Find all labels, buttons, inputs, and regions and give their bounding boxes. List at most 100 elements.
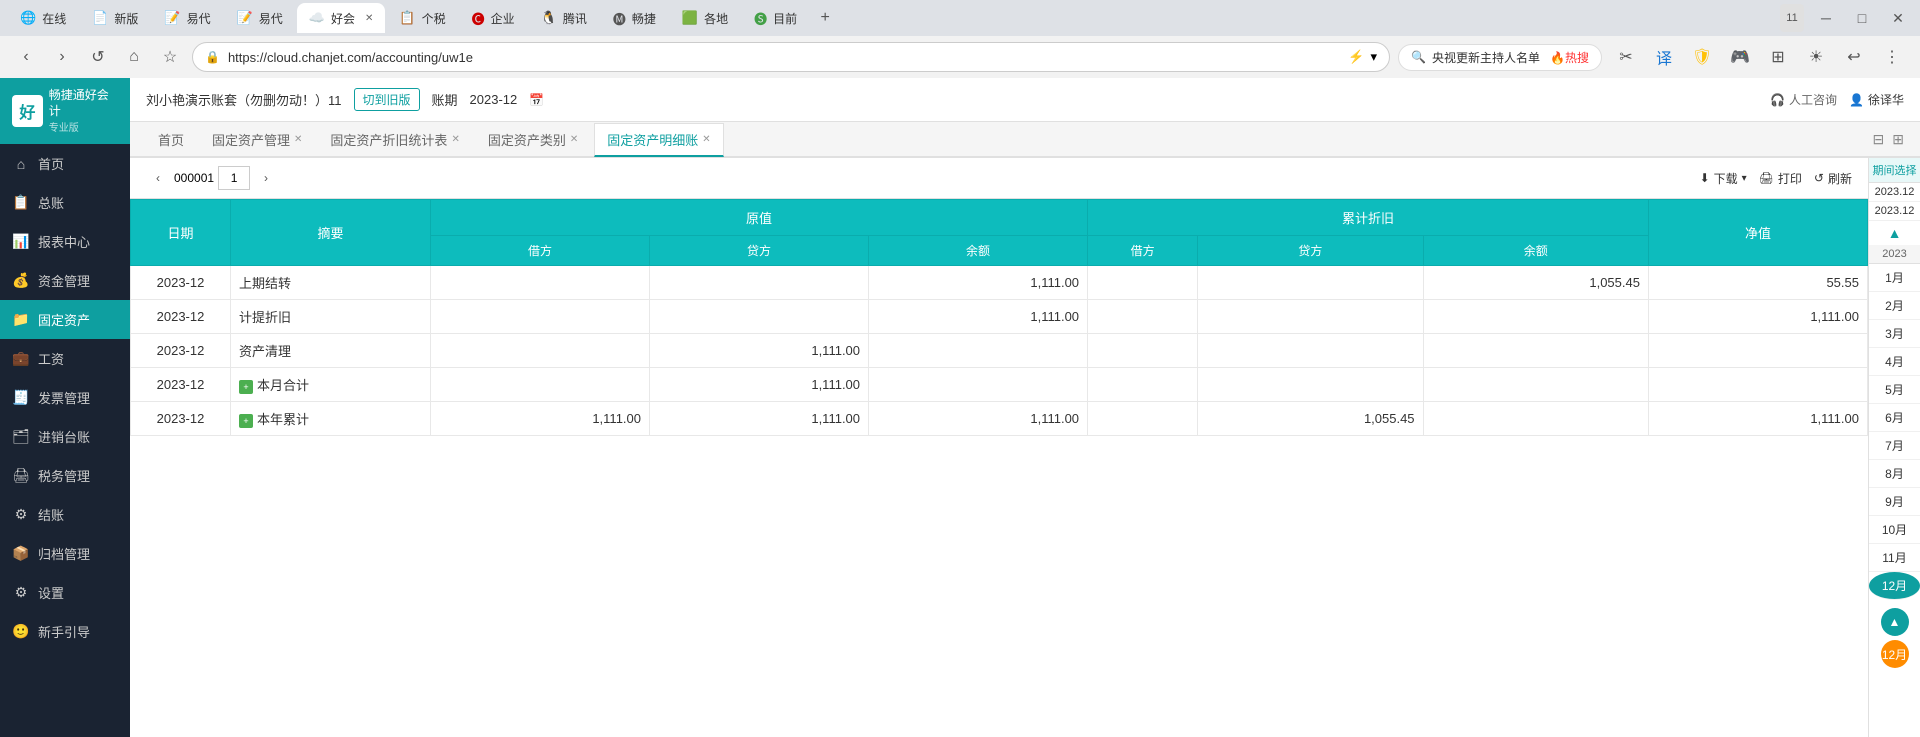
- browser-tab-yidai2[interactable]: 📝 易代: [225, 3, 295, 33]
- browser-tab-gedi[interactable]: 🟩 各地: [670, 3, 740, 33]
- sidebar-item-archive[interactable]: 📦 归档管理: [0, 534, 130, 573]
- col-leiji: 累计折旧: [1088, 200, 1649, 236]
- period-month-8[interactable]: 8月: [1869, 460, 1920, 488]
- minimize-button[interactable]: ─: [1812, 4, 1840, 32]
- tab-count-badge[interactable]: 11: [1780, 4, 1804, 32]
- period-month-7[interactable]: 7月: [1869, 432, 1920, 460]
- browser-tab-new[interactable]: 📄 新版: [80, 3, 150, 33]
- sidebar-item-closing-label: 结账: [38, 505, 64, 524]
- cell-leiji-balance: 1,055.45: [1423, 266, 1648, 300]
- sidebar-item-home[interactable]: ⌂ 首页: [0, 144, 130, 183]
- period-month-1[interactable]: 1月: [1869, 264, 1920, 292]
- period-up-button[interactable]: ▲: [1869, 221, 1920, 245]
- col-yuanzhi-debit: 借方: [431, 236, 650, 266]
- browser-tab-tengxun[interactable]: 🐧 腾讯: [529, 3, 599, 33]
- cell-desc: 上期结转: [231, 266, 431, 300]
- period-month-2[interactable]: 2月: [1869, 292, 1920, 320]
- browser-tab-haohui[interactable]: ☁️ 好会 ✕: [297, 3, 386, 33]
- browser-tab-geshui[interactable]: 📋 个税: [387, 3, 457, 33]
- maximize-button[interactable]: □: [1848, 4, 1876, 32]
- cell-yuanzhi-balance: [869, 368, 1088, 402]
- home-nav-button[interactable]: ⌂: [120, 43, 148, 71]
- prev-page-button[interactable]: ‹: [146, 166, 170, 190]
- extension-icon-1[interactable]: ⚡: [1348, 49, 1364, 65]
- browser-tab-qiye[interactable]: 🅒 企业: [460, 3, 527, 33]
- browser-tab-yidai1[interactable]: 📝 易代: [152, 3, 222, 33]
- page-input[interactable]: [218, 166, 250, 190]
- period-month-11[interactable]: 11月: [1869, 544, 1920, 572]
- cell-yuanzhi-credit: [650, 300, 869, 334]
- guide-icon: 🙂: [12, 623, 30, 640]
- tab-close-fixed-cat[interactable]: ✕: [570, 134, 578, 145]
- period-month-12[interactable]: 12月: [1869, 572, 1920, 600]
- new-tab-button[interactable]: +: [811, 4, 839, 32]
- cell-yuanzhi-debit: [431, 266, 650, 300]
- col-yuanzhi: 原值: [431, 200, 1088, 236]
- cell-net-value: [1648, 368, 1867, 402]
- sidebar-item-settings[interactable]: ⚙ 设置: [0, 573, 130, 612]
- period-month-4[interactable]: 4月: [1869, 348, 1920, 376]
- translate-tool[interactable]: 译: [1648, 41, 1680, 73]
- print-button[interactable]: 🖨 打印: [1759, 170, 1802, 187]
- tab-close-fixed-dep[interactable]: ✕: [451, 134, 459, 145]
- tab-fixed-mgmt[interactable]: 固定资产管理 ✕: [200, 124, 314, 157]
- tab-fixed-cat[interactable]: 固定资产类别 ✕: [476, 124, 590, 157]
- menu-button[interactable]: ⋮: [1876, 41, 1908, 73]
- search-box[interactable]: 🔍 央视更新主持人名单 🔥热搜: [1398, 44, 1602, 71]
- sidebar-item-reports[interactable]: 📊 报表中心: [0, 222, 130, 261]
- support-button[interactable]: 🎧 人工咨询: [1770, 91, 1837, 108]
- archive-icon: 📦: [12, 545, 30, 562]
- browser-tab-muqian[interactable]: 🅢 目前: [742, 3, 809, 33]
- undo-tool[interactable]: ↩: [1838, 41, 1870, 73]
- sidebar-item-invoice-label: 发票管理: [38, 388, 90, 407]
- sidebar-item-closing[interactable]: ⚙ 结账: [0, 495, 130, 534]
- refresh-button[interactable]: ↺: [84, 43, 112, 71]
- user-button[interactable]: 👤 徐译华: [1849, 91, 1904, 108]
- calendar-icon[interactable]: 📅: [529, 93, 544, 107]
- refresh-toolbar-button[interactable]: ↺ 刷新: [1814, 170, 1852, 187]
- browser-tab-changjie[interactable]: 🅜 畅捷: [601, 3, 668, 33]
- game-tool[interactable]: 🎮: [1724, 41, 1756, 73]
- period-month-6[interactable]: 6月: [1869, 404, 1920, 432]
- shield-tool[interactable]: 🛡: [1686, 41, 1718, 73]
- switch-version-button[interactable]: 切到旧版: [354, 88, 420, 111]
- sidebar-item-funds[interactable]: 💰 资金管理: [0, 261, 130, 300]
- period-up-scroll[interactable]: ▲: [1881, 608, 1909, 636]
- grid-tool[interactable]: ⊞: [1762, 41, 1794, 73]
- col-date: 日期: [131, 200, 231, 266]
- tab-home[interactable]: 首页: [146, 124, 196, 157]
- sidebar-item-guide[interactable]: 🙂 新手引导: [0, 612, 130, 651]
- sidebar-item-ledger[interactable]: 📋 总账: [0, 183, 130, 222]
- close-window-button[interactable]: ✕: [1884, 4, 1912, 32]
- address-input[interactable]: 🔒 https://cloud.chanjet.com/accounting/u…: [192, 42, 1390, 72]
- period-start-date[interactable]: 2023.12: [1869, 183, 1920, 202]
- sidebar-item-fixed[interactable]: 📁 固定资产: [0, 300, 130, 339]
- forward-button[interactable]: ›: [48, 43, 76, 71]
- collapse-icon[interactable]: ⊟: [1873, 131, 1885, 148]
- browser-tab-online[interactable]: 🌐 在线: [8, 3, 78, 33]
- next-page-button[interactable]: ›: [254, 166, 278, 190]
- sidebar-item-tax[interactable]: 🖨 税务管理: [0, 456, 130, 495]
- cell-leiji-credit: [1198, 334, 1423, 368]
- tab-fixed-detail[interactable]: 固定资产明细账 ✕: [594, 123, 723, 157]
- period-month-9[interactable]: 9月: [1869, 488, 1920, 516]
- back-button[interactable]: ‹: [12, 43, 40, 71]
- brightness-tool[interactable]: ☀: [1800, 41, 1832, 73]
- period-end-date[interactable]: 2023.12: [1869, 202, 1920, 221]
- sidebar-item-invoice[interactable]: 🧾 发票管理: [0, 378, 130, 417]
- tab-fixed-dep[interactable]: 固定资产折旧统计表 ✕: [318, 124, 471, 157]
- expand-icon[interactable]: ⊞: [1892, 131, 1904, 148]
- refresh-icon: ↺: [1814, 171, 1824, 185]
- download-button[interactable]: ⬇ 下载 ▾: [1700, 170, 1747, 187]
- sidebar-item-purchase[interactable]: 🗂 进销台账: [0, 417, 130, 456]
- sidebar-item-payroll[interactable]: 💼 工资: [0, 339, 130, 378]
- period-month-10[interactable]: 10月: [1869, 516, 1920, 544]
- dropdown-icon[interactable]: ▾: [1371, 49, 1378, 65]
- scissors-tool[interactable]: ✂: [1610, 41, 1642, 73]
- period-month-3[interactable]: 3月: [1869, 320, 1920, 348]
- period-month-5[interactable]: 5月: [1869, 376, 1920, 404]
- period-active-month[interactable]: 12月: [1881, 640, 1909, 668]
- tab-close-fixed-detail[interactable]: ✕: [702, 134, 710, 145]
- tab-close-fixed-mgmt[interactable]: ✕: [294, 134, 302, 145]
- bookmark-button[interactable]: ☆: [156, 43, 184, 71]
